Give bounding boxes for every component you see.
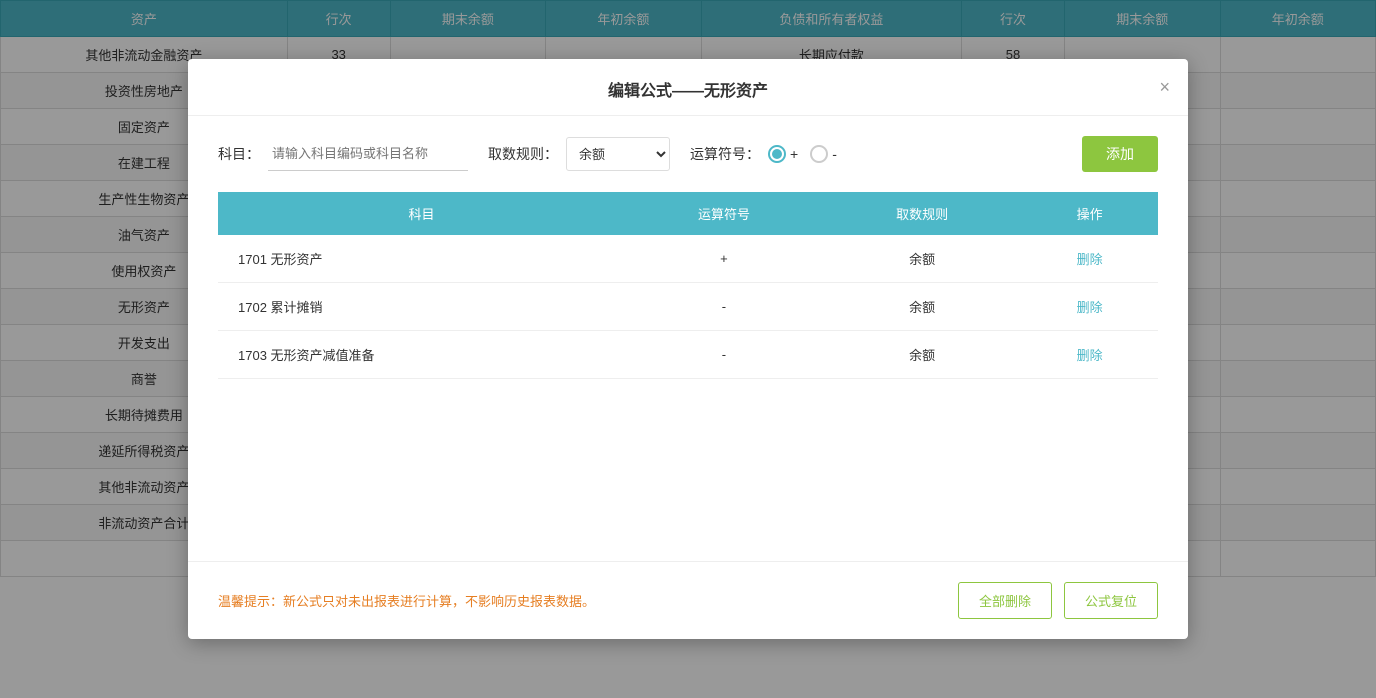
modal-header: 编辑公式——无形资产 ×: [188, 59, 1188, 116]
table-row: 1702 累计摊销-余额 删除: [218, 283, 1158, 331]
formula-rule: 余额: [823, 283, 1021, 331]
add-button[interactable]: 添加: [1082, 136, 1158, 172]
subject-input[interactable]: [268, 137, 468, 171]
rule-group: 取数规则： 余额 借方发生额 贷方发生额: [488, 137, 670, 171]
formula-rule: 余额: [823, 331, 1021, 379]
delete-link[interactable]: 删除: [1077, 348, 1103, 363]
form-row: 科目： 取数规则： 余额 借方发生额 贷方发生额 运算符号：: [188, 116, 1188, 192]
operator-group: 运算符号： + -: [690, 144, 837, 164]
modal-dialog: 编辑公式——无形资产 × 科目： 取数规则： 余额 借方发生额 贷方发生额: [188, 59, 1188, 639]
formula-operator: -: [625, 331, 823, 379]
formula-subject: 1702 累计摊销: [218, 283, 625, 331]
subject-label: 科目：: [218, 144, 260, 164]
radio-minus-circle: [810, 145, 828, 163]
rule-select-wrapper: 余额 借方发生额 贷方发生额: [566, 137, 670, 171]
footer-tip-text: 温馨提示：新公式只对未出报表进行计算，不影响历史报表数据。: [218, 594, 595, 609]
radio-plus-label: +: [790, 146, 798, 162]
modal-table-header: 科目: [218, 192, 625, 235]
modal-close-button[interactable]: ×: [1159, 78, 1170, 96]
modal-table-header: 操作: [1021, 192, 1158, 235]
modal-table-wrapper: 科目运算符号取数规则操作 1701 无形资产+余额删除1702 累计摊销-余额删…: [188, 192, 1188, 541]
formula-operator: -: [625, 283, 823, 331]
delete-link[interactable]: 删除: [1077, 300, 1103, 315]
radio-plus-circle: [768, 145, 786, 163]
operator-label: 运算符号：: [690, 144, 760, 164]
formula-action: 删除: [1021, 235, 1158, 283]
subject-group: 科目：: [218, 137, 468, 171]
modal-title: 编辑公式——无形资产: [608, 77, 768, 101]
formula-rule: 余额: [823, 235, 1021, 283]
radio-plus[interactable]: +: [768, 145, 798, 163]
modal-table-header: 取数规则: [823, 192, 1021, 235]
delete-all-button[interactable]: 全部删除: [958, 582, 1052, 619]
radio-minus[interactable]: -: [810, 145, 837, 163]
table-row: 1703 无形资产减值准备-余额 删除: [218, 331, 1158, 379]
rule-label: 取数规则：: [488, 144, 558, 164]
modal-table-header: 运算符号: [625, 192, 823, 235]
footer-buttons: 全部删除 公式复位: [958, 582, 1158, 619]
formula-action: 删除: [1021, 331, 1158, 379]
radio-minus-label: -: [832, 146, 837, 162]
formula-action: 删除: [1021, 283, 1158, 331]
formula-table: 科目运算符号取数规则操作 1701 无形资产+余额删除1702 累计摊销-余额删…: [218, 192, 1158, 379]
formula-operator: +: [625, 235, 823, 283]
rule-select[interactable]: 余额 借方发生额 贷方发生额: [566, 137, 670, 171]
modal-footer: 温馨提示：新公式只对未出报表进行计算，不影响历史报表数据。 全部删除 公式复位: [188, 561, 1188, 639]
page-container: 资产行次期末余额年初余额负债和所有者权益行次期末余额年初余额 其他非流动金融资产…: [0, 0, 1376, 698]
formula-subject: 1703 无形资产减值准备: [218, 331, 625, 379]
formula-subject: 1701 无形资产: [218, 235, 625, 283]
modal-overlay: 编辑公式——无形资产 × 科目： 取数规则： 余额 借方发生额 贷方发生额: [0, 0, 1376, 698]
table-row: 1701 无形资产+余额 删除: [218, 235, 1158, 283]
operator-radio-group: + -: [768, 145, 837, 163]
footer-tip: 温馨提示：新公式只对未出报表进行计算，不影响历史报表数据。: [218, 591, 595, 610]
reset-button[interactable]: 公式复位: [1064, 582, 1158, 619]
delete-link[interactable]: 删除: [1077, 252, 1103, 267]
